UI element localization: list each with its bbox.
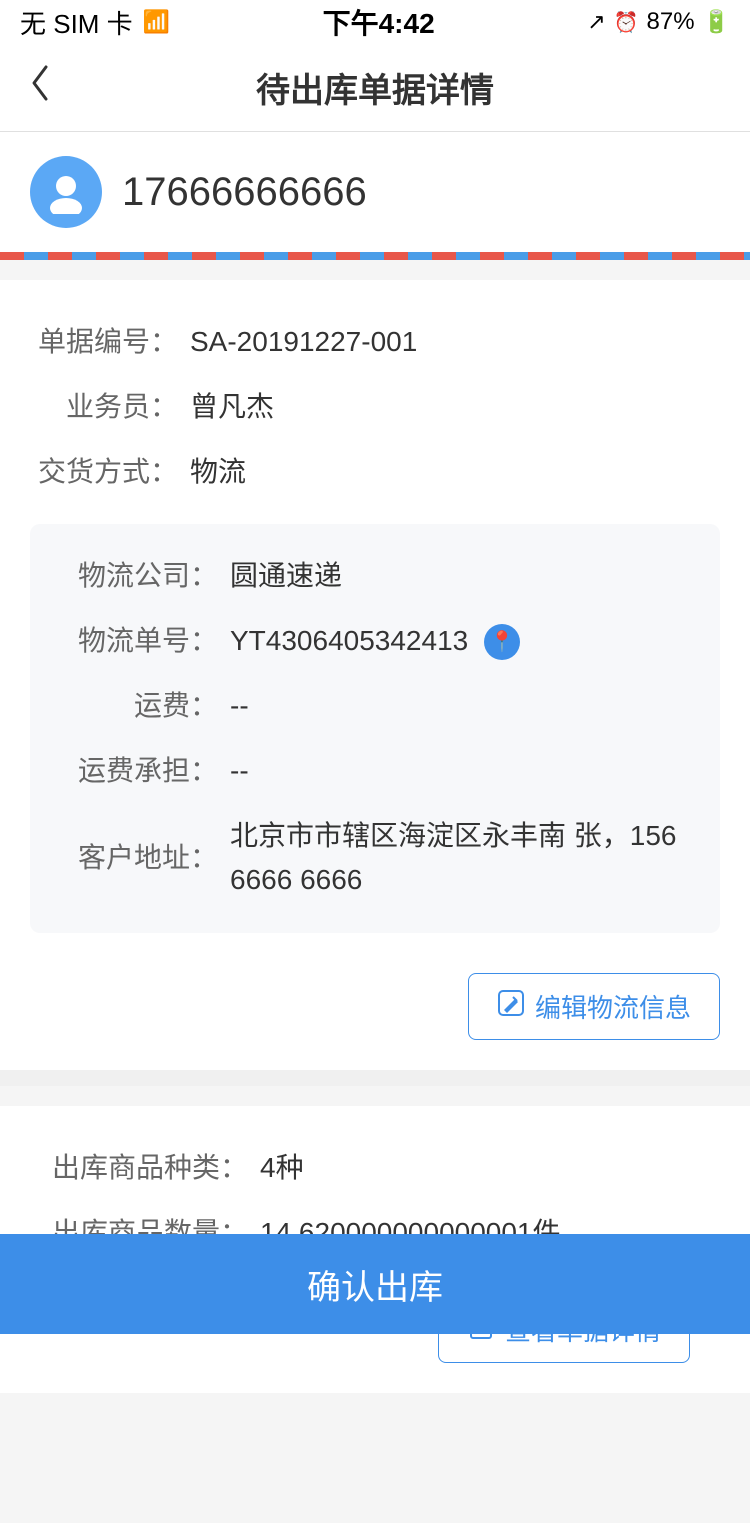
goods-type-value: 4种 xyxy=(260,1146,720,1191)
logistics-company-label: 物流公司： xyxy=(60,554,230,599)
confirm-button[interactable]: 确认出库 xyxy=(0,1234,750,1334)
edit-logistics-label: 编辑物流信息 xyxy=(535,988,691,1025)
person-icon xyxy=(44,170,88,214)
goods-type-label: 出库商品种类： xyxy=(30,1146,260,1191)
edit-logistics-container: 编辑物流信息 xyxy=(0,953,750,1040)
battery-icon: 🔋 xyxy=(703,9,730,35)
doc-number-value: SA-20191227-001 xyxy=(190,320,720,365)
logistics-address-label: 客户地址： xyxy=(60,836,230,881)
logistics-tracking-value: YT4306405342413 📍 xyxy=(230,619,690,664)
goods-type-row: 出库商品种类： 4种 xyxy=(30,1136,720,1201)
document-section: 单据编号： SA-20191227-001 业务员： 曾凡杰 交货方式： 物流 … xyxy=(0,280,750,1070)
section-divider xyxy=(0,1070,750,1086)
doc-staff-row: 业务员： 曾凡杰 xyxy=(0,375,750,440)
logistics-address-row: 客户地址： 北京市市辖区海淀区永丰南 张，156 6666 6666 xyxy=(30,804,720,914)
page-title: 待出库单据详情 xyxy=(256,63,494,112)
alarm-icon: ⏰ xyxy=(614,10,639,35)
tracking-number: YT4306405342413 xyxy=(230,619,468,664)
logistics-freight-bear-value: -- xyxy=(230,749,690,794)
logistics-freight-bear-label: 运费承担： xyxy=(60,749,230,794)
doc-delivery-row: 交货方式： 物流 xyxy=(0,440,750,505)
edit-icon xyxy=(497,989,525,1024)
location-icon: ↗ xyxy=(587,9,605,35)
deco-line xyxy=(0,252,750,260)
logistics-tracking-label: 物流单号： xyxy=(60,619,230,664)
logistics-company-row: 物流公司： 圆通速递 xyxy=(30,544,720,609)
status-time: 下午4:42 xyxy=(323,2,435,42)
map-pin-icon[interactable]: 📍 xyxy=(484,624,520,660)
logistics-freight-row: 运费： -- xyxy=(30,674,720,739)
avatar xyxy=(30,156,102,228)
logistics-tracking-row: 物流单号： YT4306405342413 📍 xyxy=(30,609,720,674)
wifi-icon: 📶 xyxy=(143,9,170,35)
user-header: 17666666666 xyxy=(0,132,750,252)
logistics-freight-bear-row: 运费承担： -- xyxy=(30,739,720,804)
user-phone: 17666666666 xyxy=(122,170,367,215)
doc-staff-value: 曾凡杰 xyxy=(190,385,720,430)
logistics-freight-value: -- xyxy=(230,684,690,729)
logistics-freight-label: 运费： xyxy=(60,684,230,729)
logistics-address-value: 北京市市辖区海淀区永丰南 张，156 6666 6666 xyxy=(230,814,690,904)
battery-label: 87% xyxy=(647,8,695,36)
edit-logistics-button[interactable]: 编辑物流信息 xyxy=(468,973,720,1040)
doc-number-row: 单据编号： SA-20191227-001 xyxy=(0,310,750,375)
nav-bar: 待出库单据详情 xyxy=(0,44,750,132)
logistics-company-value: 圆通速递 xyxy=(230,554,690,599)
sim-label: 无 SIM 卡 xyxy=(20,4,133,41)
doc-delivery-value: 物流 xyxy=(190,450,720,495)
back-button[interactable] xyxy=(28,63,52,112)
logistics-box: 物流公司： 圆通速递 物流单号： YT4306405342413 📍 运费： -… xyxy=(30,524,720,933)
status-right: ↗ ⏰ 87% 🔋 xyxy=(587,8,730,36)
status-left: 无 SIM 卡 📶 xyxy=(20,4,170,41)
confirm-label: 确认出库 xyxy=(307,1260,443,1309)
status-bar: 无 SIM 卡 📶 下午4:42 ↗ ⏰ 87% 🔋 xyxy=(0,0,750,44)
doc-staff-label: 业务员： xyxy=(30,385,190,430)
doc-delivery-label: 交货方式： xyxy=(30,450,190,495)
doc-number-label: 单据编号： xyxy=(30,320,190,365)
